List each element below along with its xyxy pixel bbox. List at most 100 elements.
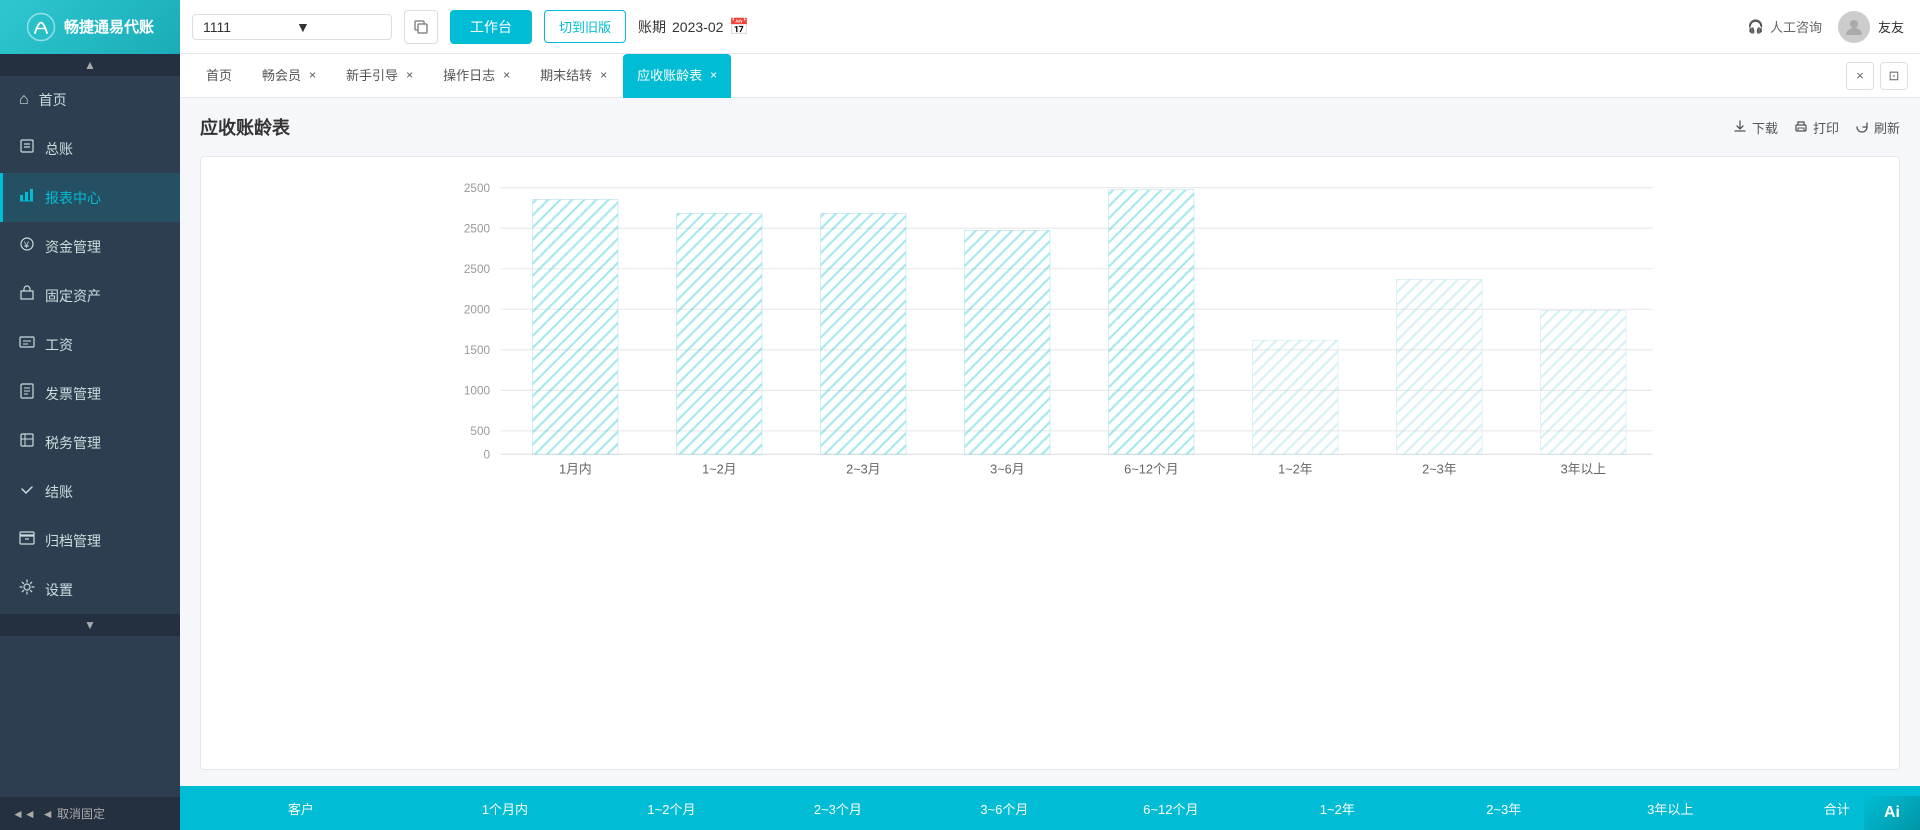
table-col-2-3m: 2~3个月: [755, 799, 921, 818]
sidebar-item-home[interactable]: ⌂ 首页: [0, 76, 180, 124]
sidebar-scroll-down[interactable]: ▼: [0, 614, 180, 636]
sidebar-item-funds[interactable]: ¥ 资金管理: [0, 222, 180, 271]
sidebar-item-invoice[interactable]: 发票管理: [0, 369, 180, 418]
refresh-button[interactable]: 刷新: [1855, 118, 1900, 137]
svg-text:1000: 1000: [464, 385, 491, 398]
tab-aging-close[interactable]: ×: [710, 68, 717, 82]
chart-container: 2500 2500 2500 2000 1500 1000 500 0: [200, 156, 1900, 770]
sidebar-item-reports[interactable]: 报表中心: [0, 173, 180, 222]
download-label: 下载: [1752, 118, 1778, 137]
table-col-1-2y: 1~2年: [1254, 799, 1420, 818]
tax-icon: [19, 432, 35, 453]
content-area: 首页 畅会员 × 新手引导 × 操作日志 × 期末结转 × 应收账龄表 ×: [180, 54, 1920, 830]
user-area[interactable]: 友友: [1838, 11, 1904, 43]
tab-period-end-label: 期末结转: [540, 65, 592, 84]
svg-text:1500: 1500: [464, 344, 491, 357]
username: 友友: [1878, 17, 1904, 36]
consulting-label: 人工咨询: [1770, 17, 1822, 36]
unpin-label: ◄ 取消固定: [42, 805, 105, 822]
tab-period-end-close[interactable]: ×: [600, 68, 607, 82]
sidebar-item-ledger[interactable]: 总账: [0, 124, 180, 173]
archive-icon: [19, 530, 35, 551]
sidebar-label-archive: 归档管理: [45, 531, 101, 551]
tab-oplog[interactable]: 操作日志 ×: [429, 54, 524, 98]
switch-version-button[interactable]: 切到旧版: [544, 10, 626, 43]
consulting-button[interactable]: 🎧 人工咨询: [1748, 17, 1822, 36]
table-col-1m: 1个月内: [422, 799, 588, 818]
period-value: 2023-02: [672, 19, 723, 35]
table-col-3y-plus: 3年以上: [1587, 799, 1753, 818]
workbench-button[interactable]: 工作台: [450, 10, 532, 44]
print-button[interactable]: 打印: [1794, 118, 1839, 137]
ai-badge[interactable]: Ai: [1864, 796, 1920, 830]
tab-guide[interactable]: 新手引导 ×: [332, 54, 427, 98]
svg-text:2000: 2000: [464, 304, 491, 317]
copy-button[interactable]: [404, 10, 438, 44]
page-header: 应收账龄表 下载 打印: [200, 114, 1900, 140]
svg-text:3年以上: 3年以上: [1561, 462, 1607, 477]
table-col-customer: 客户: [180, 799, 422, 818]
payroll-icon: [19, 334, 35, 355]
unpin-icon: ◄◄: [12, 807, 36, 821]
col-customer-label: 客户: [288, 802, 314, 817]
col-3y-plus-label: 3年以上: [1647, 802, 1693, 817]
sidebar-item-assets[interactable]: 固定资产: [0, 271, 180, 320]
svg-text:2500: 2500: [464, 182, 491, 195]
table-col-6-12m: 6~12个月: [1088, 799, 1254, 818]
svg-text:0: 0: [483, 449, 490, 462]
bar-chart-svg: 2500 2500 2500 2000 1500 1000 500 0: [221, 177, 1879, 497]
tab-aging-label: 应收账龄表: [637, 65, 702, 84]
invoice-icon: [19, 383, 35, 404]
print-label: 打印: [1813, 118, 1839, 137]
sidebar-label-payroll: 工资: [45, 335, 73, 355]
page-actions: 下载 打印: [1733, 118, 1900, 137]
table-col-2-3y: 2~3年: [1421, 799, 1587, 818]
dropdown-icon: ▼: [296, 19, 381, 35]
tab-home[interactable]: 首页: [192, 54, 246, 98]
svg-text:1~2年: 1~2年: [1278, 462, 1313, 477]
tab-oplog-label: 操作日志: [443, 65, 495, 84]
company-name: 1111: [203, 19, 288, 35]
assets-icon: [19, 285, 35, 306]
col-1-2m-label: 1~2个月: [647, 802, 695, 817]
svg-text:2500: 2500: [464, 263, 491, 276]
logo: 畅捷通易代账: [0, 0, 180, 54]
sidebar-item-checkout[interactable]: 结账: [0, 467, 180, 516]
col-total-label: 合计: [1824, 802, 1850, 817]
tab-guide-close[interactable]: ×: [406, 68, 413, 82]
sidebar-item-tax[interactable]: 税务管理: [0, 418, 180, 467]
svg-text:1~2月: 1~2月: [702, 462, 737, 477]
unpin-button[interactable]: ◄◄ ◄ 取消固定: [0, 797, 180, 830]
settings-icon: [19, 579, 35, 600]
col-2-3m-label: 2~3个月: [814, 802, 862, 817]
sidebar-label-ledger: 总账: [45, 139, 73, 159]
tab-aging[interactable]: 应收账龄表 ×: [623, 54, 731, 98]
tab-expand-button[interactable]: ⊡: [1880, 62, 1908, 90]
download-button[interactable]: 下载: [1733, 118, 1778, 137]
sidebar-label-settings: 设置: [45, 580, 73, 600]
tab-period-end[interactable]: 期末结转 ×: [526, 54, 621, 98]
tab-member-close[interactable]: ×: [309, 68, 316, 82]
company-selector[interactable]: 1111 ▼: [192, 14, 392, 40]
sidebar-item-archive[interactable]: 归档管理: [0, 516, 180, 565]
sidebar: ▲ ⌂ 首页 总账: [0, 54, 180, 830]
tab-member[interactable]: 畅会员 ×: [248, 54, 330, 98]
svg-text:6~12个月: 6~12个月: [1124, 462, 1178, 477]
svg-text:3~6月: 3~6月: [990, 462, 1025, 477]
checkout-icon: [19, 481, 35, 502]
col-6-12m-label: 6~12个月: [1143, 802, 1198, 817]
reports-icon: [19, 187, 35, 208]
col-1m-label: 1个月内: [482, 802, 528, 817]
tab-oplog-close[interactable]: ×: [503, 68, 510, 82]
calendar-icon[interactable]: 📅: [729, 17, 749, 37]
sidebar-item-settings[interactable]: 设置: [0, 565, 180, 614]
tab-guide-label: 新手引导: [346, 65, 398, 84]
sidebar-label-reports: 报表中心: [45, 188, 101, 208]
tab-home-label: 首页: [206, 65, 232, 84]
avatar: [1838, 11, 1870, 43]
sidebar-item-payroll[interactable]: 工资: [0, 320, 180, 369]
tab-member-label: 畅会员: [262, 65, 301, 84]
tab-close-all-button[interactable]: ×: [1846, 62, 1874, 90]
col-3-6m-label: 3~6个月: [980, 802, 1028, 817]
sidebar-scroll-up[interactable]: ▲: [0, 54, 180, 76]
